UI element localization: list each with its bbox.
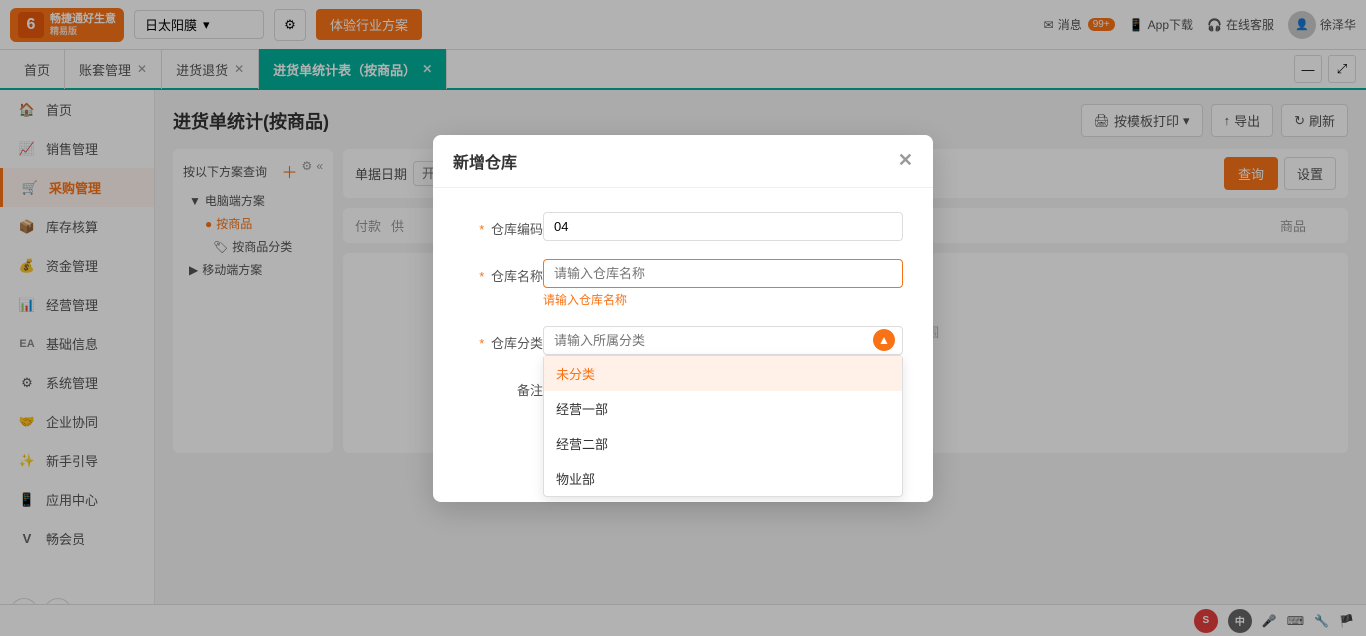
dialog-close-button[interactable]: ✕ bbox=[898, 150, 913, 171]
dialog-header: 新增仓库 ✕ bbox=[433, 135, 933, 188]
dialog-overlay: 新增仓库 ✕ * 仓库编码 * 仓库名称 bbox=[0, 0, 1366, 636]
name-input[interactable] bbox=[543, 259, 903, 288]
category-dropdown: 未分类 经营一部 经营二部 物业部 bbox=[543, 355, 903, 497]
category-field: ▲ 未分类 经营一部 经营二部 物业部 bbox=[543, 326, 903, 355]
code-field bbox=[543, 212, 903, 241]
dropdown-item-dept2[interactable]: 经营二部 bbox=[544, 426, 902, 461]
dialog-title: 新增仓库 bbox=[453, 149, 517, 173]
form-row-category: * 仓库分类 ▲ 未分类 经营一部 经营二部 物业部 bbox=[463, 326, 903, 355]
name-error-msg: 请输入仓库名称 bbox=[543, 291, 903, 308]
category-label: * 仓库分类 bbox=[463, 326, 543, 352]
chevron-up-icon: ▲ bbox=[878, 333, 890, 347]
form-row-name: * 仓库名称 请输入仓库名称 bbox=[463, 259, 903, 308]
dropdown-item-property[interactable]: 物业部 bbox=[544, 461, 902, 496]
category-toggle-btn[interactable]: ▲ bbox=[873, 329, 895, 351]
dropdown-item-uncategorized[interactable]: 未分类 bbox=[544, 356, 902, 391]
new-warehouse-dialog: 新增仓库 ✕ * 仓库编码 * 仓库名称 bbox=[433, 135, 933, 502]
code-label: * 仓库编码 bbox=[463, 212, 543, 238]
dropdown-item-dept1[interactable]: 经营一部 bbox=[544, 391, 902, 426]
code-input[interactable] bbox=[543, 212, 903, 241]
remark-label: 备注 bbox=[463, 373, 543, 399]
category-input[interactable] bbox=[543, 326, 903, 355]
form-row-code: * 仓库编码 bbox=[463, 212, 903, 241]
dialog-body: * 仓库编码 * 仓库名称 请输入仓库名称 bbox=[433, 188, 933, 436]
name-label: * 仓库名称 bbox=[463, 259, 543, 285]
name-field: 请输入仓库名称 bbox=[543, 259, 903, 308]
